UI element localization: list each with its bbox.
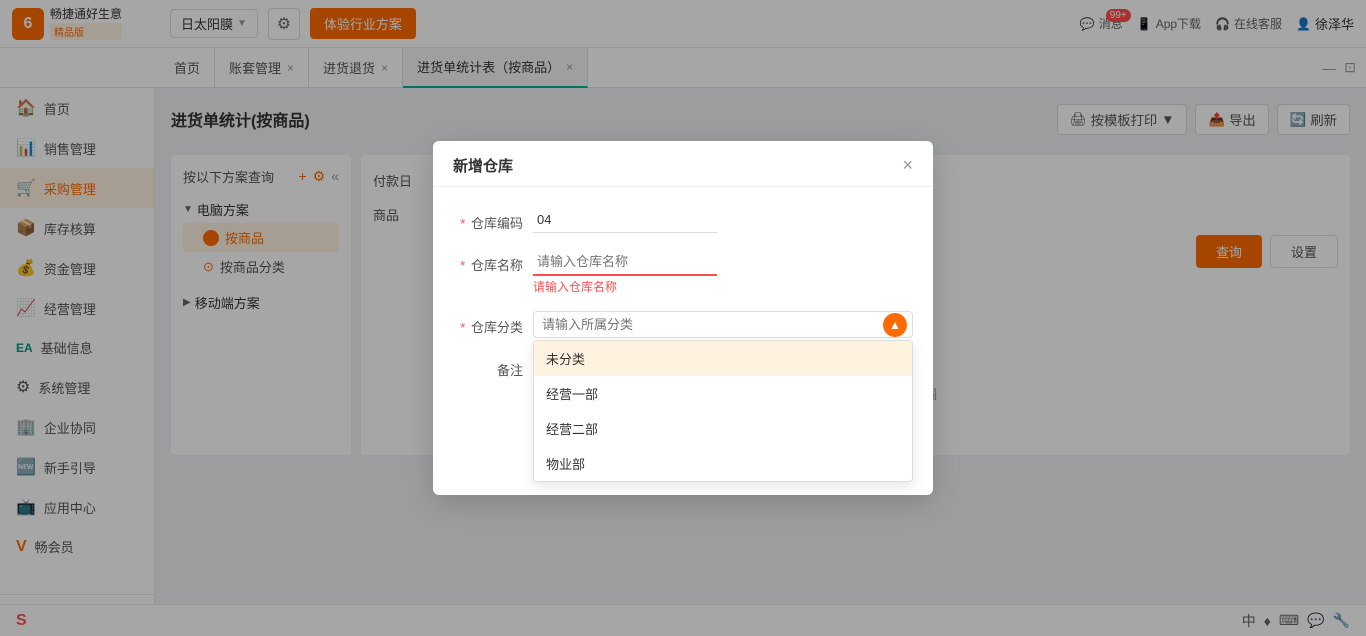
dialog-body: * 仓库编码 * 仓库名称 请输入仓库名称 [433,187,933,438]
modal-overlay: 新增仓库 × * 仓库编码 * 仓库名称 [0,0,1366,636]
category-arrow-button[interactable]: ▲ [883,313,907,337]
dropdown-item-dept1[interactable]: 经营一部 [534,376,912,411]
category-input[interactable] [533,311,913,338]
name-error-msg: 请输入仓库名称 [533,278,913,295]
dropdown-item-uncategorized[interactable]: 未分类 [534,341,912,376]
dialog-close-button[interactable]: × [902,155,913,176]
category-input-wrap: ▲ 未分类 经营一部 经营二部 物业部 [533,311,913,338]
category-dropdown: 未分类 经营一部 经营二部 物业部 [533,340,913,482]
name-required-star: * [460,258,465,273]
dialog-new-warehouse: 新增仓库 × * 仓库编码 * 仓库名称 [433,141,933,495]
code-input-wrap [533,207,913,233]
category-field-row: * 仓库分类 ▲ 未分类 经营一部 经营二部 物业部 [453,311,913,338]
code-input[interactable] [533,207,717,233]
note-label: 备注 [453,354,523,379]
name-label: * 仓库名称 [453,249,523,274]
name-input[interactable] [533,249,717,276]
code-field-row: * 仓库编码 [453,207,913,233]
code-label: * 仓库编码 [453,207,523,232]
name-input-wrap: 请输入仓库名称 [533,249,913,295]
category-required-star: * [460,320,465,335]
dialog-header: 新增仓库 × [433,141,933,187]
code-required-star: * [460,216,465,231]
category-label: * 仓库分类 [453,311,523,336]
name-field-row: * 仓库名称 请输入仓库名称 [453,249,913,295]
dropdown-item-dept3[interactable]: 物业部 [534,446,912,481]
dialog-title: 新增仓库 [453,155,513,176]
dropdown-item-dept2[interactable]: 经营二部 [534,411,912,446]
